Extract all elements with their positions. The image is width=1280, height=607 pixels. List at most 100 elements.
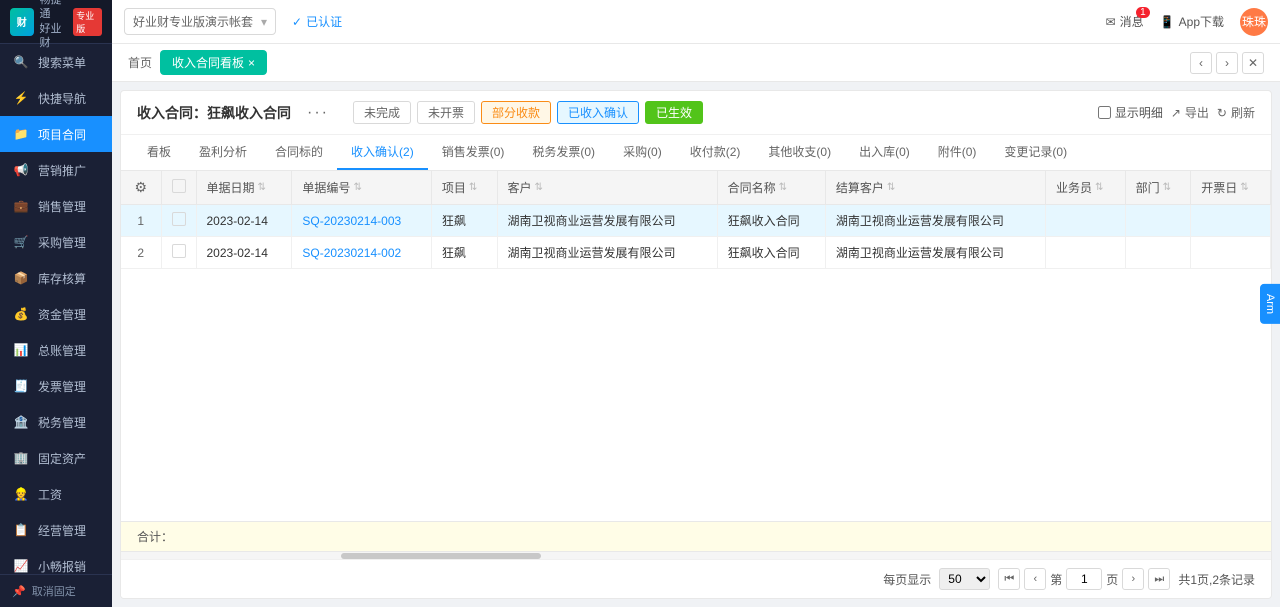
- col-department[interactable]: 部门 ⇅: [1125, 171, 1191, 205]
- tab-purchase[interactable]: 采购(0): [609, 135, 676, 170]
- company-name: 好业财专业版演示帐套: [133, 13, 253, 30]
- export-icon: ↗: [1171, 106, 1181, 120]
- message-action[interactable]: ✉ 消息 1: [1106, 13, 1144, 30]
- tab-other-income[interactable]: 其他收支(0): [754, 135, 845, 170]
- col-project[interactable]: 项目 ⇅: [431, 171, 497, 205]
- active-tab[interactable]: 收入合同看板 ×: [160, 50, 267, 75]
- sidebar-item-search[interactable]: 🔍 搜索菜单: [0, 44, 112, 80]
- scrollbar-thumb[interactable]: [341, 553, 541, 559]
- row-project: 狂飙: [431, 237, 497, 269]
- last-page-button[interactable]: ⏭: [1148, 568, 1170, 590]
- detail-checkbox-input[interactable]: [1098, 106, 1111, 119]
- col-number[interactable]: 单据编号 ⇅: [292, 171, 431, 205]
- active-tab-label: 收入合同看板: [172, 54, 244, 71]
- message-badge: 1: [1136, 7, 1150, 18]
- row-number[interactable]: SQ-20230214-002: [292, 237, 431, 269]
- home-breadcrumb[interactable]: 首页: [128, 54, 152, 71]
- more-button[interactable]: ···: [303, 104, 333, 122]
- horizontal-scrollbar[interactable]: [121, 551, 1271, 559]
- project-icon: 📁: [12, 125, 30, 143]
- sidebar-item-tax[interactable]: 🏦 税务管理: [0, 404, 112, 440]
- tab-contract-subject[interactable]: 合同标的: [261, 135, 337, 170]
- float-action-button[interactable]: Arm: [1260, 283, 1280, 323]
- table-row[interactable]: 1 2023-02-14 SQ-20230214-003 狂飙 湖南卫视商业运营…: [121, 205, 1271, 237]
- sidebar-item-purchase[interactable]: 🛒 采购管理: [0, 224, 112, 260]
- sidebar-footer[interactable]: 📌 取消固定: [0, 574, 112, 607]
- tab-profit-analysis[interactable]: 盈利分析: [185, 135, 261, 170]
- sidebar-item-marketing[interactable]: 📢 营销推广: [0, 152, 112, 188]
- sidebar-item-finance[interactable]: 💰 资金管理: [0, 296, 112, 332]
- status-btn-effective[interactable]: 已生效: [645, 101, 703, 124]
- sidebar-item-ledger[interactable]: 📊 总账管理: [0, 332, 112, 368]
- sidebar-item-invoice[interactable]: 🧾 发票管理: [0, 368, 112, 404]
- edition-badge: 专业版: [73, 8, 102, 36]
- show-detail-checkbox[interactable]: 显示明细: [1098, 104, 1163, 121]
- row-checkbox[interactable]: [161, 205, 196, 237]
- tab-change-log[interactable]: 变更记录(0): [990, 135, 1081, 170]
- refresh-action[interactable]: ↻ 刷新: [1217, 104, 1255, 121]
- col-date[interactable]: 单据日期 ⇅: [196, 171, 292, 205]
- tab-sales-invoice[interactable]: 销售发票(0): [428, 135, 519, 170]
- export-action[interactable]: ↗ 导出: [1171, 104, 1209, 121]
- tab-tax-invoice[interactable]: 税务发票(0): [518, 135, 609, 170]
- row-contract: 狂飙收入合同: [717, 237, 825, 269]
- row-bill-date: [1191, 205, 1271, 237]
- sidebar-item-quick-nav[interactable]: ⚡ 快捷导航: [0, 80, 112, 116]
- status-btn-partial-receipt[interactable]: 部分收款: [481, 101, 551, 124]
- nav-prev-button[interactable]: ‹: [1190, 52, 1212, 74]
- table-row[interactable]: 2 2023-02-14 SQ-20230214-002 狂飙 湖南卫视商业运营…: [121, 237, 1271, 269]
- user-action[interactable]: 珠珠: [1240, 8, 1268, 36]
- invoice-icon: 🧾: [12, 377, 30, 395]
- sidebar-item-operations[interactable]: 📋 经营管理: [0, 512, 112, 548]
- close-icon[interactable]: ×: [248, 56, 255, 70]
- certified-label: 已认证: [306, 13, 342, 30]
- sidebar-item-project-contract[interactable]: 📁 项目合同: [0, 116, 112, 152]
- footer-total-label: 合计：: [137, 530, 173, 544]
- col-contract[interactable]: 合同名称 ⇅: [717, 171, 825, 205]
- sidebar-item-label: 发票管理: [38, 378, 86, 395]
- col-customer[interactable]: 客户 ⇅: [497, 171, 717, 205]
- record-link[interactable]: SQ-20230214-003: [302, 214, 401, 228]
- row-index: 2: [121, 237, 161, 269]
- col-settings[interactable]: ⚙: [121, 171, 161, 205]
- sidebar-item-salary[interactable]: 👷 工资: [0, 476, 112, 512]
- app-download-action[interactable]: 📱 App下载: [1160, 13, 1224, 30]
- status-btn-confirmed[interactable]: 已收入确认: [557, 101, 639, 124]
- ledger-icon: 📊: [12, 341, 30, 359]
- record-link[interactable]: SQ-20230214-002: [302, 246, 401, 260]
- app-download-label: App下载: [1179, 13, 1224, 30]
- status-btn-incomplete[interactable]: 未完成: [353, 101, 411, 124]
- company-selector[interactable]: 好业财专业版演示帐套 ▾: [124, 8, 276, 35]
- col-checkbox[interactable]: [161, 171, 196, 205]
- sidebar: 财 畅捷通 好业财 专业版 🔍 搜索菜单 ⚡ 快捷导航 📁 项目合同 📢 营销推…: [0, 0, 112, 607]
- row-number[interactable]: SQ-20230214-003: [292, 205, 431, 237]
- status-btn-not-invoiced[interactable]: 未开票: [417, 101, 475, 124]
- tab-payment[interactable]: 收付款(2): [676, 135, 755, 170]
- tab-revenue-confirm[interactable]: 收入确认(2): [337, 135, 428, 170]
- nav-close-button[interactable]: ✕: [1242, 52, 1264, 74]
- quick-nav-icon: ⚡: [12, 89, 30, 107]
- sidebar-item-fixed-assets[interactable]: 🏢 固定资产: [0, 440, 112, 476]
- col-salesperson[interactable]: 业务员 ⇅: [1045, 171, 1125, 205]
- nav-arrows: ‹ › ✕: [1190, 52, 1264, 74]
- col-settlement-customer[interactable]: 结算客户 ⇅: [825, 171, 1045, 205]
- tab-attachment[interactable]: 附件(0): [924, 135, 991, 170]
- row-checkbox[interactable]: [161, 237, 196, 269]
- first-page-button[interactable]: ⏮: [998, 568, 1020, 590]
- sidebar-item-label: 工资: [38, 486, 62, 503]
- tab-kanban[interactable]: 看板: [133, 135, 185, 170]
- sidebar-item-expense[interactable]: 📈 小畅报销: [0, 548, 112, 574]
- tab-warehouse[interactable]: 出入库(0): [845, 135, 924, 170]
- nav-next-button[interactable]: ›: [1216, 52, 1238, 74]
- pin-icon: 📌: [12, 585, 26, 598]
- col-bill-date[interactable]: 开票日 ⇅: [1191, 171, 1271, 205]
- page-number-input[interactable]: [1066, 568, 1102, 590]
- salary-icon: 👷: [12, 485, 30, 503]
- next-page-button[interactable]: ›: [1122, 568, 1144, 590]
- sidebar-item-inventory[interactable]: 📦 库存核算: [0, 260, 112, 296]
- page-size-select[interactable]: 50 20 100: [939, 568, 990, 590]
- total-info: 共1页,2条记录: [1178, 571, 1255, 588]
- prev-page-button[interactable]: ‹: [1024, 568, 1046, 590]
- sidebar-item-label: 库存核算: [38, 270, 86, 287]
- sidebar-item-sales[interactable]: 💼 销售管理: [0, 188, 112, 224]
